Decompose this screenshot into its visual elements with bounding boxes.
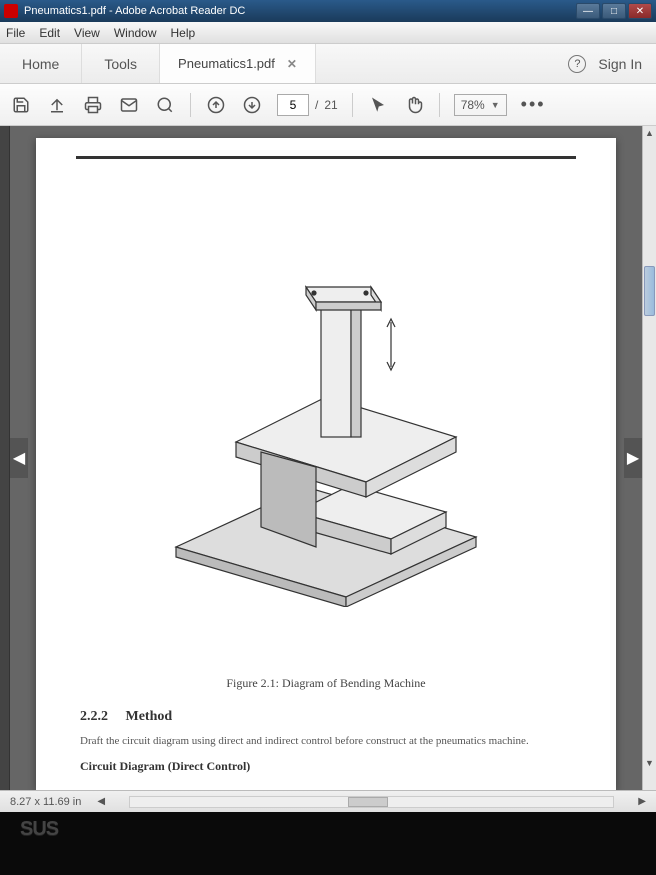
toolbar-separator — [352, 93, 353, 117]
statusbar: 8.27 x 11.69 in ◀ ▶ — [0, 790, 656, 812]
minimize-button[interactable]: — — [576, 3, 600, 19]
email-icon[interactable] — [118, 94, 140, 116]
prev-page-icon[interactable] — [205, 94, 227, 116]
doc-tab-label: Pneumatics1.pdf — [178, 56, 275, 71]
paragraph: Draft the circuit diagram using direct a… — [80, 733, 572, 750]
section-title: Method — [126, 709, 173, 724]
maximize-button[interactable]: □ — [602, 3, 626, 19]
pdf-page: Figure 2.1: Diagram of Bending Machine 2… — [36, 138, 616, 790]
scroll-up-icon[interactable]: ▲ — [643, 126, 656, 140]
app-icon — [4, 4, 18, 18]
laptop-bezel: SUS — [0, 812, 656, 875]
menu-edit[interactable]: Edit — [39, 26, 60, 40]
h-scroll-left-icon[interactable]: ◀ — [97, 796, 105, 807]
current-page-input[interactable] — [277, 94, 309, 116]
menu-help[interactable]: Help — [171, 26, 196, 40]
tab-tools[interactable]: Tools — [82, 44, 160, 83]
menu-window[interactable]: Window — [114, 26, 157, 40]
section-heading: 2.2.2 Method — [80, 709, 572, 725]
upper-tab-row: Home Tools Pneumatics1.pdf ✕ ? Sign In — [0, 44, 656, 84]
page-dimensions: 8.27 x 11.69 in — [10, 796, 81, 808]
horizontal-scrollbar[interactable] — [129, 796, 614, 808]
next-page-icon[interactable] — [241, 94, 263, 116]
content-area: ◀ — [0, 126, 656, 790]
window-title: Pneumatics1.pdf - Adobe Acrobat Reader D… — [24, 5, 245, 17]
chevron-down-icon: ▼ — [491, 100, 500, 110]
save-icon[interactable] — [10, 94, 32, 116]
page-separator: / — [315, 98, 318, 112]
toolbar-separator — [190, 93, 191, 117]
menu-file[interactable]: File — [6, 26, 25, 40]
scroll-down-icon[interactable]: ▼ — [643, 756, 656, 770]
section-number: 2.2.2 — [80, 709, 108, 724]
scroll-thumb[interactable] — [644, 266, 655, 316]
more-tools-icon[interactable]: ••• — [521, 94, 546, 115]
bending-machine-diagram — [146, 227, 506, 607]
tab-home[interactable]: Home — [0, 44, 82, 83]
tab-document[interactable]: Pneumatics1.pdf ✕ — [160, 44, 316, 83]
upload-icon[interactable] — [46, 94, 68, 116]
search-icon[interactable] — [154, 94, 176, 116]
next-page-arrow[interactable]: ▶ — [624, 438, 642, 478]
page-number-control: / 21 — [277, 94, 338, 116]
toolbar-separator — [439, 93, 440, 117]
close-button[interactable]: ✕ — [628, 3, 652, 19]
close-tab-icon[interactable]: ✕ — [287, 57, 297, 71]
vertical-scrollbar[interactable]: ▲ ▼ — [642, 126, 656, 790]
selection-tool-icon[interactable] — [367, 94, 389, 116]
sign-in-link[interactable]: Sign In — [598, 56, 642, 72]
figure-caption: Figure 2.1: Diagram of Bending Machine — [36, 676, 616, 691]
laptop-brand: SUS — [20, 818, 58, 841]
h-scroll-right-icon[interactable]: ▶ — [638, 796, 646, 807]
zoom-dropdown[interactable]: 78% ▼ — [454, 94, 507, 116]
print-icon[interactable] — [82, 94, 104, 116]
h-scroll-thumb[interactable] — [348, 797, 388, 807]
window-titlebar: Pneumatics1.pdf - Adobe Acrobat Reader D… — [0, 0, 656, 22]
menubar: File Edit View Window Help — [0, 22, 656, 44]
figure-area — [36, 159, 616, 676]
toolbar: / 21 78% ▼ ••• — [0, 84, 656, 126]
hand-tool-icon[interactable] — [403, 94, 425, 116]
nav-pane[interactable] — [0, 126, 10, 790]
help-icon[interactable]: ? — [568, 55, 586, 73]
total-pages: 21 — [324, 98, 337, 112]
menu-view[interactable]: View — [74, 26, 100, 40]
zoom-value: 78% — [461, 98, 485, 112]
page-view: Figure 2.1: Diagram of Bending Machine 2… — [10, 126, 642, 790]
sub-heading: Circuit Diagram (Direct Control) — [80, 759, 572, 774]
